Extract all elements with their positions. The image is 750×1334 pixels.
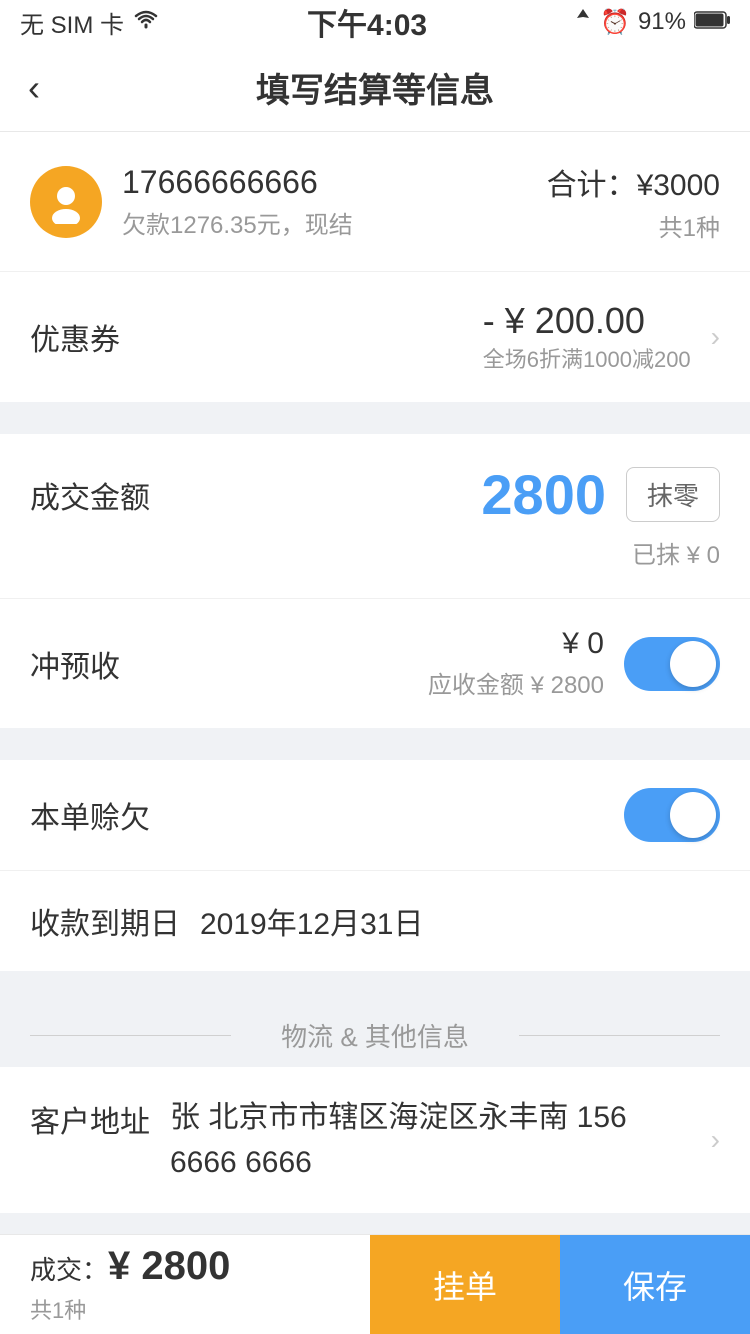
section-divider-3 (0, 987, 750, 1003)
coupon-right: - ¥ 200.00 全场6折满1000减200 › (483, 300, 720, 374)
debt-section: 本单赊欠 收款到期日 2019年12月31日 (0, 760, 750, 971)
coupon-label: 优惠券 (30, 315, 120, 359)
back-button[interactable]: ‹ (28, 67, 40, 109)
bottom-deal-row: 成交：¥ 2800 (30, 1244, 340, 1289)
coupon-row[interactable]: 优惠券 - ¥ 200.00 全场6折满1000减200 › (0, 271, 750, 402)
coupon-amount: - ¥ 200.00 (483, 300, 699, 342)
duedate-section: 收款到期日 2019年12月31日 (0, 870, 750, 971)
status-right: ⏰ 91% (574, 8, 730, 37)
total-amount: 合计：¥3000 (547, 160, 720, 204)
amount-right: 2800 抹零 (481, 462, 720, 527)
amount-sub: 已抹 ¥ 0 (30, 535, 720, 570)
amount-row-container: 成交金额 2800 抹零 已抹 ¥ 0 (0, 434, 750, 598)
address-section: 客户地址 张 北京市市辖区海淀区永丰南 156 6666 6666 › (0, 1067, 750, 1213)
prepay-section: 冲预收 ¥ 0 应收金额 ¥ 2800 (0, 598, 750, 728)
user-info: 17666666666 欠款1276.35元，现结 (122, 164, 353, 240)
amount-label: 成交金额 (30, 473, 150, 517)
chevron-right-icon-address: › (711, 1124, 720, 1156)
bottom-deal-amount: ¥ 2800 (108, 1244, 230, 1288)
debt-label: 本单赊欠 (30, 793, 150, 837)
duedate-row: 收款到期日 2019年12月31日 (30, 899, 720, 943)
round-zero-button[interactable]: 抹零 (626, 467, 720, 522)
alarm-icon: ⏰ (600, 8, 630, 37)
prepay-row: 冲预收 ¥ 0 应收金额 ¥ 2800 (30, 627, 720, 700)
logistics-text: 物流 & 其他信息 (281, 1017, 469, 1054)
user-debt: 欠款1276.35元，现结 (122, 205, 353, 240)
chevron-right-icon: › (711, 321, 720, 353)
location-icon (574, 8, 592, 37)
battery-text: 91% (638, 8, 686, 36)
user-info-section: 17666666666 欠款1276.35元，现结 合计：¥3000 共1种 优… (0, 132, 750, 402)
save-button[interactable]: 保存 (560, 1235, 750, 1334)
amount-main-row: 成交金额 2800 抹零 (30, 462, 720, 527)
user-left: 17666666666 欠款1276.35元，现结 (30, 164, 353, 240)
bottom-summary: 成交：¥ 2800 共1种 (0, 1244, 370, 1325)
prepay-right: ¥ 0 应收金额 ¥ 2800 (428, 627, 720, 700)
bottom-count: 共1种 (30, 1293, 340, 1325)
section-divider-2 (0, 744, 750, 760)
coupon-info: - ¥ 200.00 全场6折满1000减200 (483, 300, 699, 374)
bottom-buttons: 挂单 保存 (370, 1235, 750, 1334)
duedate-value: 2019年12月31日 (200, 899, 423, 943)
duedate-label: 收款到期日 (30, 899, 180, 943)
user-row: 17666666666 欠款1276.35元，现结 合计：¥3000 共1种 (0, 132, 750, 271)
debt-row: 本单赊欠 (0, 760, 750, 870)
status-left: 无 SIM 卡 (20, 5, 160, 40)
page-title: 填写结算等信息 (256, 63, 494, 112)
amount-value: 2800 (481, 462, 606, 527)
divider-line-left (30, 1035, 231, 1036)
nav-bar: ‹ 填写结算等信息 (0, 44, 750, 132)
user-phone: 17666666666 (122, 164, 353, 201)
bottom-bar: 成交：¥ 2800 共1种 挂单 保存 (0, 1234, 750, 1334)
logistics-divider: 物流 & 其他信息 (0, 1003, 750, 1067)
prepay-amount: ¥ 0 (428, 627, 604, 661)
section-divider-1 (0, 418, 750, 434)
prepay-label: 冲预收 (30, 642, 120, 686)
coupon-desc: 全场6折满1000减200 (483, 342, 691, 374)
prepay-values: ¥ 0 应收金额 ¥ 2800 (428, 627, 604, 700)
avatar (30, 166, 102, 238)
prepay-sub: 应收金额 ¥ 2800 (428, 665, 604, 700)
deal-amount-section: 成交金额 2800 抹零 已抹 ¥ 0 冲预收 ¥ 0 应收金额 ¥ 2800 (0, 434, 750, 728)
no-sim-text: 无 SIM 卡 (20, 5, 124, 40)
bottom-deal-label: 成交： (30, 1255, 108, 1285)
total-label: 合计： (547, 169, 637, 202)
hang-single-button[interactable]: 挂单 (370, 1235, 560, 1334)
wifi-icon (132, 8, 160, 36)
debt-toggle[interactable] (624, 788, 720, 842)
address-value: 张 北京市市辖区海淀区永丰南 156 6666 6666 (170, 1095, 701, 1185)
battery-icon (694, 8, 730, 36)
address-row[interactable]: 客户地址 张 北京市市辖区海淀区永丰南 156 6666 6666 › (0, 1067, 750, 1213)
status-time: 下午4:03 (307, 0, 427, 44)
total-value: ¥3000 (637, 169, 720, 202)
status-bar: 无 SIM 卡 下午4:03 ⏰ 91% (0, 0, 750, 44)
address-label: 客户地址 (30, 1095, 150, 1141)
divider-line-right (519, 1035, 720, 1036)
user-total: 合计：¥3000 共1种 (547, 160, 720, 243)
total-count: 共1种 (547, 208, 720, 243)
prepay-toggle[interactable] (624, 637, 720, 691)
